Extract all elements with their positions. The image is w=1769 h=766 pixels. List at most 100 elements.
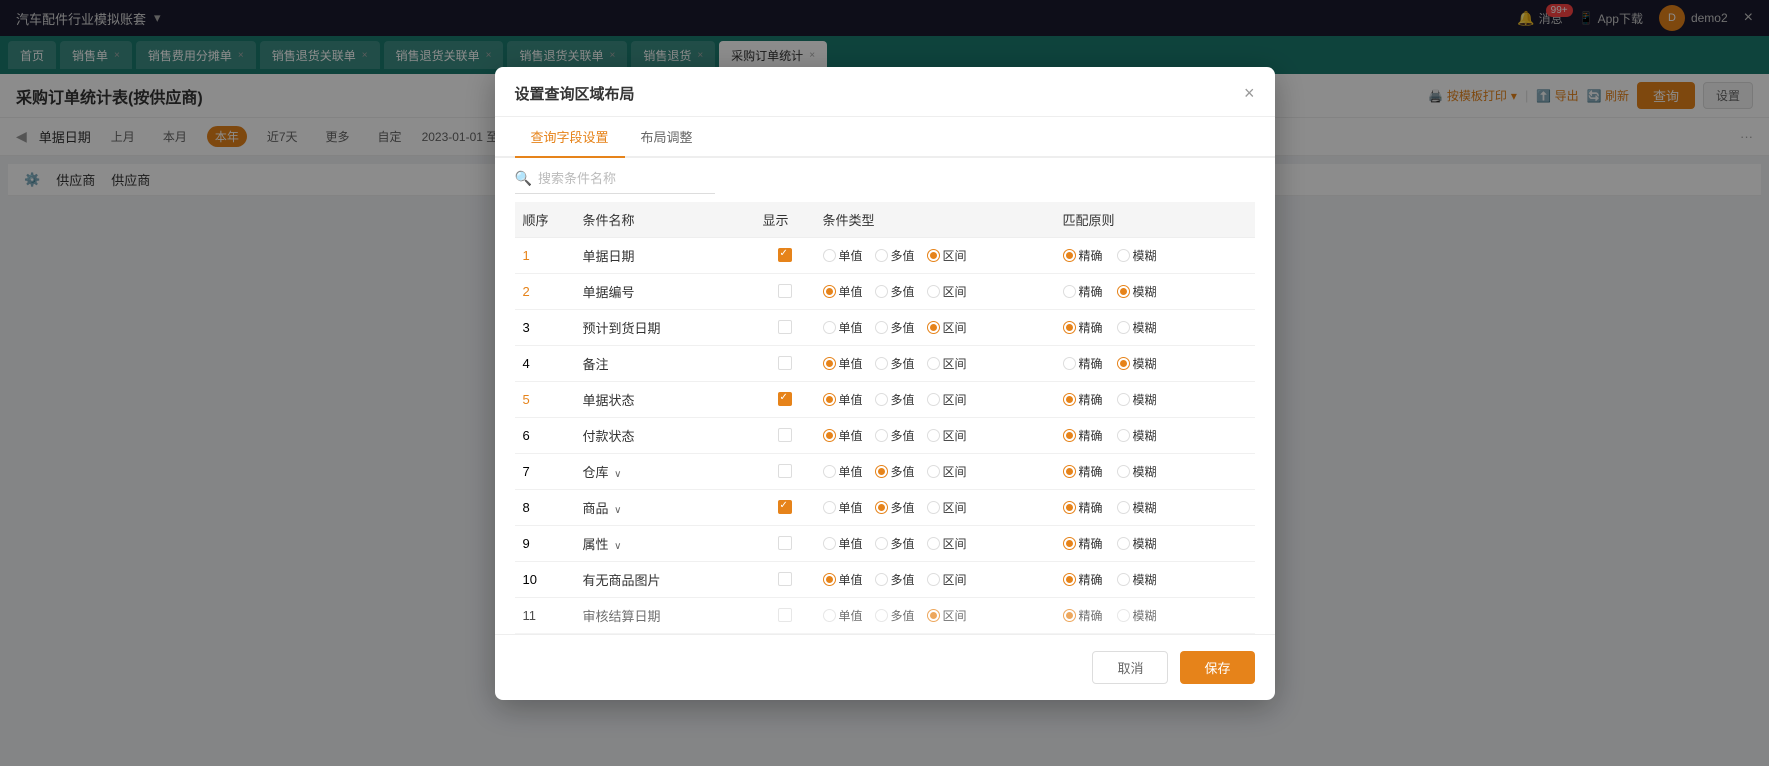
row-10-range-radio[interactable]: 区间 (927, 571, 967, 588)
row-7-multi-radio[interactable]: 多值 (875, 463, 915, 480)
row-6-fuzzy-radio[interactable]: 模糊 (1117, 427, 1157, 444)
row-3-display-checkbox[interactable] (778, 320, 792, 334)
save-button[interactable]: 保存 (1180, 651, 1254, 684)
row-8-num: 8 (515, 500, 575, 515)
row-5-single-radio[interactable]: 单值 (823, 391, 863, 408)
row-6-num: 6 (515, 428, 575, 443)
row-11-single-radio[interactable]: 单值 (823, 607, 863, 624)
row-8-range-radio[interactable]: 区间 (927, 499, 967, 516)
row-6-single-radio[interactable]: 单值 (823, 427, 863, 444)
row-5-exact-radio[interactable]: 精确 (1063, 391, 1103, 408)
row-6-exact-radio[interactable]: 精确 (1063, 427, 1103, 444)
col-header-order: 顺序 (515, 210, 575, 229)
row-11-exact-radio[interactable]: 精确 (1063, 607, 1103, 624)
row-7-range-circle (927, 465, 940, 478)
row-2-fuzzy-radio[interactable]: 模糊 (1117, 283, 1157, 300)
row-2-multi-radio[interactable]: 多值 (875, 283, 915, 300)
modal-close-button[interactable]: × (1244, 84, 1255, 102)
search-input[interactable] (538, 171, 698, 186)
row-3-fuzzy-radio[interactable]: 模糊 (1117, 319, 1157, 336)
row-10-multi-radio[interactable]: 多值 (875, 571, 915, 588)
row-8-display-checkbox[interactable] (778, 500, 792, 514)
row-11-fuzzy-radio[interactable]: 模糊 (1117, 607, 1157, 624)
row-9-range-radio[interactable]: 区间 (927, 535, 967, 552)
row-10-display-checkbox[interactable] (778, 572, 792, 586)
row-11-display-cell (755, 608, 815, 622)
row-9-exact-radio[interactable]: 精确 (1063, 535, 1103, 552)
row-9-cond-type: 单值 多值 区间 (815, 535, 1055, 552)
row-5-match-rule: 精确 模糊 (1055, 391, 1255, 408)
row-2-single-radio[interactable]: 单值 (823, 283, 863, 300)
row-3-single-radio[interactable]: 单值 (823, 319, 863, 336)
row-4-exact-radio[interactable]: 精确 (1063, 355, 1103, 372)
row-4-display-checkbox[interactable] (778, 356, 792, 370)
row-4-cond-type: 单值 多值 区间 (815, 355, 1055, 372)
row-4-range-radio[interactable]: 区间 (927, 355, 967, 372)
row-1-display-checkbox[interactable] (778, 248, 792, 262)
row-10-match-rule: 精确 模糊 (1055, 571, 1255, 588)
row-9-num: 9 (515, 536, 575, 551)
row-4-fuzzy-radio[interactable]: 模糊 (1117, 355, 1157, 372)
row-7-exact-radio[interactable]: 精确 (1063, 463, 1103, 480)
row-7-fuzzy-radio[interactable]: 模糊 (1117, 463, 1157, 480)
row-2-exact-radio[interactable]: 精确 (1063, 283, 1103, 300)
row-2-display-checkbox[interactable] (778, 284, 792, 298)
row-5-multi-radio[interactable]: 多值 (875, 391, 915, 408)
row-7-range-radio[interactable]: 区间 (927, 463, 967, 480)
row-11-cond-type: 单值 多值 区间 (815, 607, 1055, 624)
modal-footer: 取消 保存 (495, 634, 1275, 700)
row-1-single-radio[interactable]: 单值 (823, 247, 863, 264)
row-1-multi-radio[interactable]: 多值 (875, 247, 915, 264)
tab-layout-adjust[interactable]: 布局调整 (625, 117, 709, 158)
row-10-range-circle (927, 573, 940, 586)
row-3-exact-circle (1063, 321, 1076, 334)
row-9-multi-radio[interactable]: 多值 (875, 535, 915, 552)
tab-field-settings[interactable]: 查询字段设置 (515, 117, 625, 158)
row-3-range-radio[interactable]: 区间 (927, 319, 967, 336)
row-5-display-checkbox[interactable] (778, 392, 792, 406)
row-6-range-radio[interactable]: 区间 (927, 427, 967, 444)
row-7-single-radio[interactable]: 单值 (823, 463, 863, 480)
row-10-fuzzy-radio[interactable]: 模糊 (1117, 571, 1157, 588)
row-6-multi-radio[interactable]: 多值 (875, 427, 915, 444)
row-2-range-radio[interactable]: 区间 (927, 283, 967, 300)
row-9-single-radio[interactable]: 单值 (823, 535, 863, 552)
row-11-match-rule: 精确 模糊 (1055, 607, 1255, 624)
row-5-multi-circle (875, 393, 888, 406)
row-11-range-radio[interactable]: 区间 (927, 607, 967, 624)
row-9-name: 属性 ∨ (575, 534, 755, 553)
row-10-exact-radio[interactable]: 精确 (1063, 571, 1103, 588)
row-5-fuzzy-radio[interactable]: 模糊 (1117, 391, 1157, 408)
row-3-name: 预计到货日期 (575, 318, 755, 337)
row-5-range-radio[interactable]: 区间 (927, 391, 967, 408)
cancel-button[interactable]: 取消 (1092, 651, 1168, 684)
row-7-display-checkbox[interactable] (778, 464, 792, 478)
row-8-exact-radio[interactable]: 精确 (1063, 499, 1103, 516)
row-6-single-circle (823, 429, 836, 442)
modal-header: 设置查询区域布局 × (495, 67, 1275, 117)
row-1-fuzzy-radio[interactable]: 模糊 (1117, 247, 1157, 264)
row-11-display-checkbox[interactable] (778, 608, 792, 622)
row-4-single-radio[interactable]: 单值 (823, 355, 863, 372)
row-7-single-circle (823, 465, 836, 478)
table-row: 8 商品 ∨ 单值 多值 (515, 490, 1255, 526)
row-4-fuzzy-circle (1117, 357, 1130, 370)
row-10-name: 有无商品图片 (575, 570, 755, 589)
row-8-single-radio[interactable]: 单值 (823, 499, 863, 516)
row-3-exact-radio[interactable]: 精确 (1063, 319, 1103, 336)
row-8-exact-circle (1063, 501, 1076, 514)
row-10-single-radio[interactable]: 单值 (823, 571, 863, 588)
row-6-display-checkbox[interactable] (778, 428, 792, 442)
row-1-exact-radio[interactable]: 精确 (1063, 247, 1103, 264)
row-6-multi-circle (875, 429, 888, 442)
row-8-multi-radio[interactable]: 多值 (875, 499, 915, 516)
row-3-multi-radio[interactable]: 多值 (875, 319, 915, 336)
row-4-display-cell (755, 356, 815, 370)
row-2-match-rule: 精确 模糊 (1055, 283, 1255, 300)
row-9-display-checkbox[interactable] (778, 536, 792, 550)
row-1-range-radio[interactable]: 区间 (927, 247, 967, 264)
row-11-multi-radio[interactable]: 多值 (875, 607, 915, 624)
row-8-fuzzy-radio[interactable]: 模糊 (1117, 499, 1157, 516)
row-4-multi-radio[interactable]: 多值 (875, 355, 915, 372)
row-9-fuzzy-radio[interactable]: 模糊 (1117, 535, 1157, 552)
